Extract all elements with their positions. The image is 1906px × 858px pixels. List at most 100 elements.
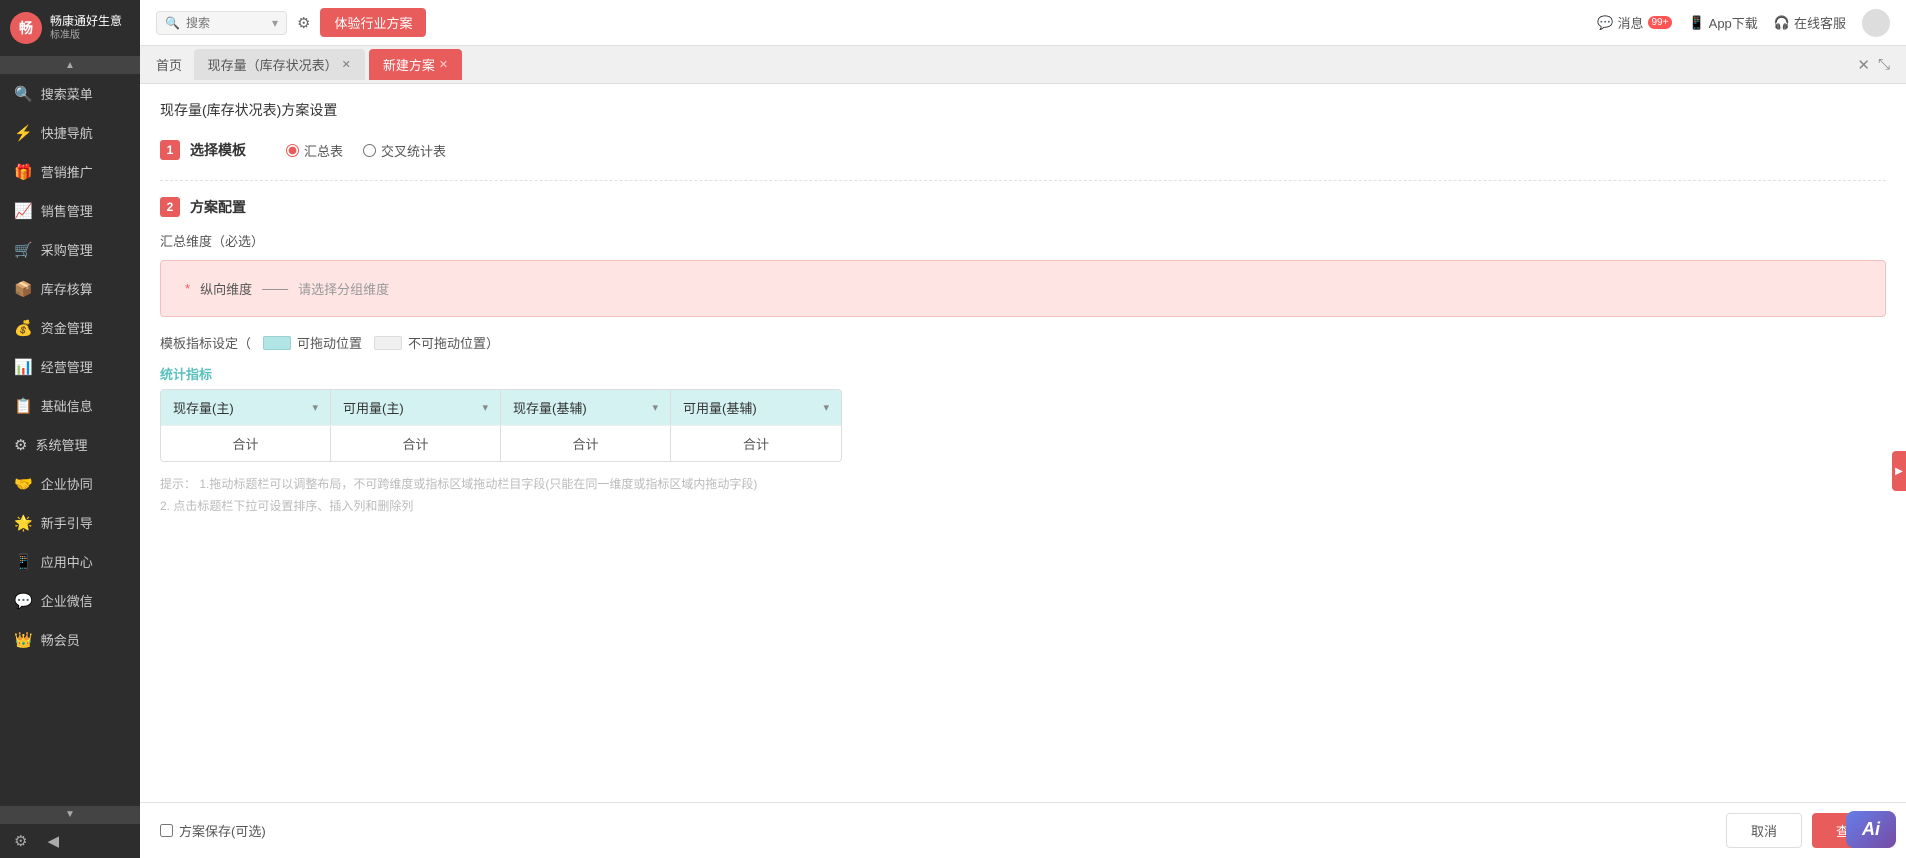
- col-val-3: 合计: [671, 426, 841, 461]
- col-val-1: 合计: [331, 426, 501, 461]
- tab-close-btn[interactable]: ✕: [1857, 56, 1870, 74]
- sidebar-item-operations[interactable]: 📊 经营管理: [0, 347, 140, 386]
- stats-section: 统计指标 现存量(主) ▾ 可用量(主) ▾ 现存量(基辅): [160, 364, 1886, 462]
- search-dropdown-btn[interactable]: ▾: [272, 16, 278, 30]
- col-header-2[interactable]: 现存量(基辅) ▾: [501, 390, 671, 425]
- sidebar-item-purchase[interactable]: 🛒 采购管理: [0, 230, 140, 269]
- tab-inventory[interactable]: 现存量（库存状况表） ✕: [194, 49, 365, 80]
- sidebar-item-inventory[interactable]: 📦 库存核算: [0, 269, 140, 308]
- save-checkbox[interactable]: [160, 824, 173, 837]
- sidebar-item-sales[interactable]: 📈 销售管理: [0, 191, 140, 230]
- finance-icon: 💰: [14, 319, 33, 337]
- sidebar: 畅 畅康通好生意 标准版 ▲ 🔍 搜索菜单 ⚡ 快捷导航 🎁 营销推广 📈 销售…: [0, 0, 140, 858]
- radio-summary[interactable]: 汇总表: [286, 141, 343, 160]
- footer-settings-icon[interactable]: ⚙: [14, 832, 27, 850]
- app-download-action[interactable]: 📱 App下载: [1688, 13, 1757, 32]
- app-icon: 📱: [1688, 15, 1704, 31]
- sidebar-scroll-down[interactable]: ▼: [0, 806, 140, 823]
- tab-inventory-close[interactable]: ✕: [342, 58, 351, 71]
- tab-sep1: [186, 57, 190, 72]
- step2-title: 方案配置: [190, 197, 246, 217]
- sidebar-item-guide[interactable]: 🌟 新手引导: [0, 503, 140, 542]
- message-action[interactable]: 💬 消息 99+: [1597, 13, 1672, 32]
- save-option[interactable]: 方案保存(可选): [160, 821, 266, 840]
- hints: 提示： 1.拖动标题栏可以调整布局，不可跨维度或指标区域拖动栏目字段(只能在同一…: [160, 474, 1886, 517]
- divider1: [160, 180, 1886, 181]
- col-chevron-3[interactable]: ▾: [823, 401, 829, 414]
- col-header-0[interactable]: 现存量(主) ▾: [161, 390, 331, 425]
- message-badge: 99+: [1648, 16, 1673, 29]
- sidebar-item-search[interactable]: 🔍 搜索菜单: [0, 74, 140, 113]
- topbar-search: 🔍 ▾: [156, 11, 287, 35]
- guide-icon: 🌟: [14, 514, 33, 532]
- ai-badge[interactable]: Ai: [1846, 811, 1896, 848]
- bottom-bar: 方案保存(可选) 取消 查询: [140, 802, 1906, 858]
- dimension-placeholder: 请选择分组维度: [298, 279, 389, 298]
- avatar[interactable]: [1862, 9, 1890, 37]
- tab-home[interactable]: 首页: [156, 55, 182, 74]
- message-icon: 💬: [1597, 15, 1613, 31]
- sidebar-item-system[interactable]: ⚙ 系统管理: [0, 425, 140, 464]
- sidebar-item-apps[interactable]: 📱 应用中心: [0, 542, 140, 581]
- service-icon: 🎧: [1774, 15, 1790, 31]
- logo-icon: 畅: [10, 12, 42, 44]
- required-star: *: [185, 281, 190, 296]
- sidebar-item-member[interactable]: 👑 畅会员: [0, 620, 140, 659]
- tab-new-plan[interactable]: 新建方案 ✕: [369, 49, 462, 80]
- online-service-action[interactable]: 🎧 在线客服: [1774, 13, 1846, 32]
- sidebar-item-collab[interactable]: 🤝 企业协同: [0, 464, 140, 503]
- logo-text: 畅康通好生意 标准版: [50, 14, 122, 43]
- stats-table-row: 合计 合计 合计 合计: [161, 425, 841, 461]
- tab-new-plan-close[interactable]: ✕: [439, 58, 448, 71]
- sidebar-item-weixin[interactable]: 💬 企业微信: [0, 581, 140, 620]
- sidebar-scroll-up[interactable]: ▲: [0, 57, 140, 74]
- sidebar-items: 🔍 搜索菜单 ⚡ 快捷导航 🎁 营销推广 📈 销售管理 🛒 采购管理 📦 库存核…: [0, 74, 140, 806]
- tab-expand-btn[interactable]: ⤡: [1878, 56, 1890, 74]
- quicknav-icon: ⚡: [14, 124, 33, 142]
- col-header-1[interactable]: 可用量(主) ▾: [331, 390, 501, 425]
- step2-header: 2 方案配置: [160, 197, 1886, 217]
- industry-btn[interactable]: 体验行业方案: [320, 8, 426, 37]
- member-icon: 👑: [14, 631, 33, 649]
- dimension-box[interactable]: * 纵向维度 —— 请选择分组维度: [160, 260, 1886, 317]
- col-chevron-2[interactable]: ▾: [652, 401, 658, 414]
- col-val-2: 合计: [501, 426, 671, 461]
- step2-badge: 2: [160, 197, 180, 217]
- sidebar-item-marketing[interactable]: 🎁 营销推广: [0, 152, 140, 191]
- radio-summary-input[interactable]: [286, 144, 299, 157]
- weixin-icon: 💬: [14, 592, 33, 610]
- sidebar-item-basic-info[interactable]: 📋 基础信息: [0, 386, 140, 425]
- stats-table: 现存量(主) ▾ 可用量(主) ▾ 现存量(基辅) ▾ 可用量(基辅): [160, 389, 842, 462]
- step1-section: 1 选择模板 汇总表 交叉统计表: [160, 140, 1886, 160]
- apps-icon: 📱: [14, 553, 33, 571]
- search-small-icon: 🔍: [165, 16, 180, 30]
- step2-section: 2 方案配置 汇总维度（必选） * 纵向维度 —— 请选择分组维度 模板指标设定…: [160, 197, 1886, 517]
- sidebar-item-quicknav[interactable]: ⚡ 快捷导航: [0, 113, 140, 152]
- fixed-box: [374, 336, 402, 350]
- purchase-icon: 🛒: [14, 241, 33, 259]
- col-chevron-0[interactable]: ▾: [312, 401, 318, 414]
- right-edge-btn[interactable]: ▶: [1892, 451, 1906, 491]
- col-val-0: 合计: [161, 426, 331, 461]
- sidebar-logo: 畅 畅康通好生意 标准版: [0, 0, 140, 57]
- dimension-dash: ——: [262, 281, 288, 296]
- radio-cross[interactable]: 交叉统计表: [363, 141, 446, 160]
- cancel-button[interactable]: 取消: [1726, 813, 1802, 848]
- col-chevron-1[interactable]: ▾: [482, 401, 488, 414]
- system-icon: ⚙: [14, 436, 27, 454]
- basic-info-icon: 📋: [14, 397, 33, 415]
- topbar: 🔍 ▾ ⚙ 体验行业方案 💬 消息 99+ 📱 App下载 🎧 在线客服: [140, 0, 1906, 46]
- template-radio-group: 汇总表 交叉统计表: [286, 141, 446, 160]
- sidebar-item-finance[interactable]: 💰 资金管理: [0, 308, 140, 347]
- main-area: 🔍 ▾ ⚙ 体验行业方案 💬 消息 99+ 📱 App下载 🎧 在线客服: [140, 0, 1906, 858]
- tabbar: 首页 现存量（库存状况表） ✕ 新建方案 ✕ ✕ ⤡: [140, 46, 1906, 84]
- stats-label: 统计指标: [160, 364, 1886, 383]
- search-input[interactable]: [186, 16, 266, 30]
- col-header-3[interactable]: 可用量(基辅) ▾: [671, 390, 841, 425]
- step1-title: 选择模板: [190, 140, 246, 160]
- footer-collapse-icon[interactable]: ◀: [47, 832, 59, 850]
- movable-indicator: 可拖动位置: [263, 333, 362, 352]
- radio-cross-input[interactable]: [363, 144, 376, 157]
- movable-box: [263, 336, 291, 350]
- settings-btn[interactable]: ⚙: [297, 14, 310, 32]
